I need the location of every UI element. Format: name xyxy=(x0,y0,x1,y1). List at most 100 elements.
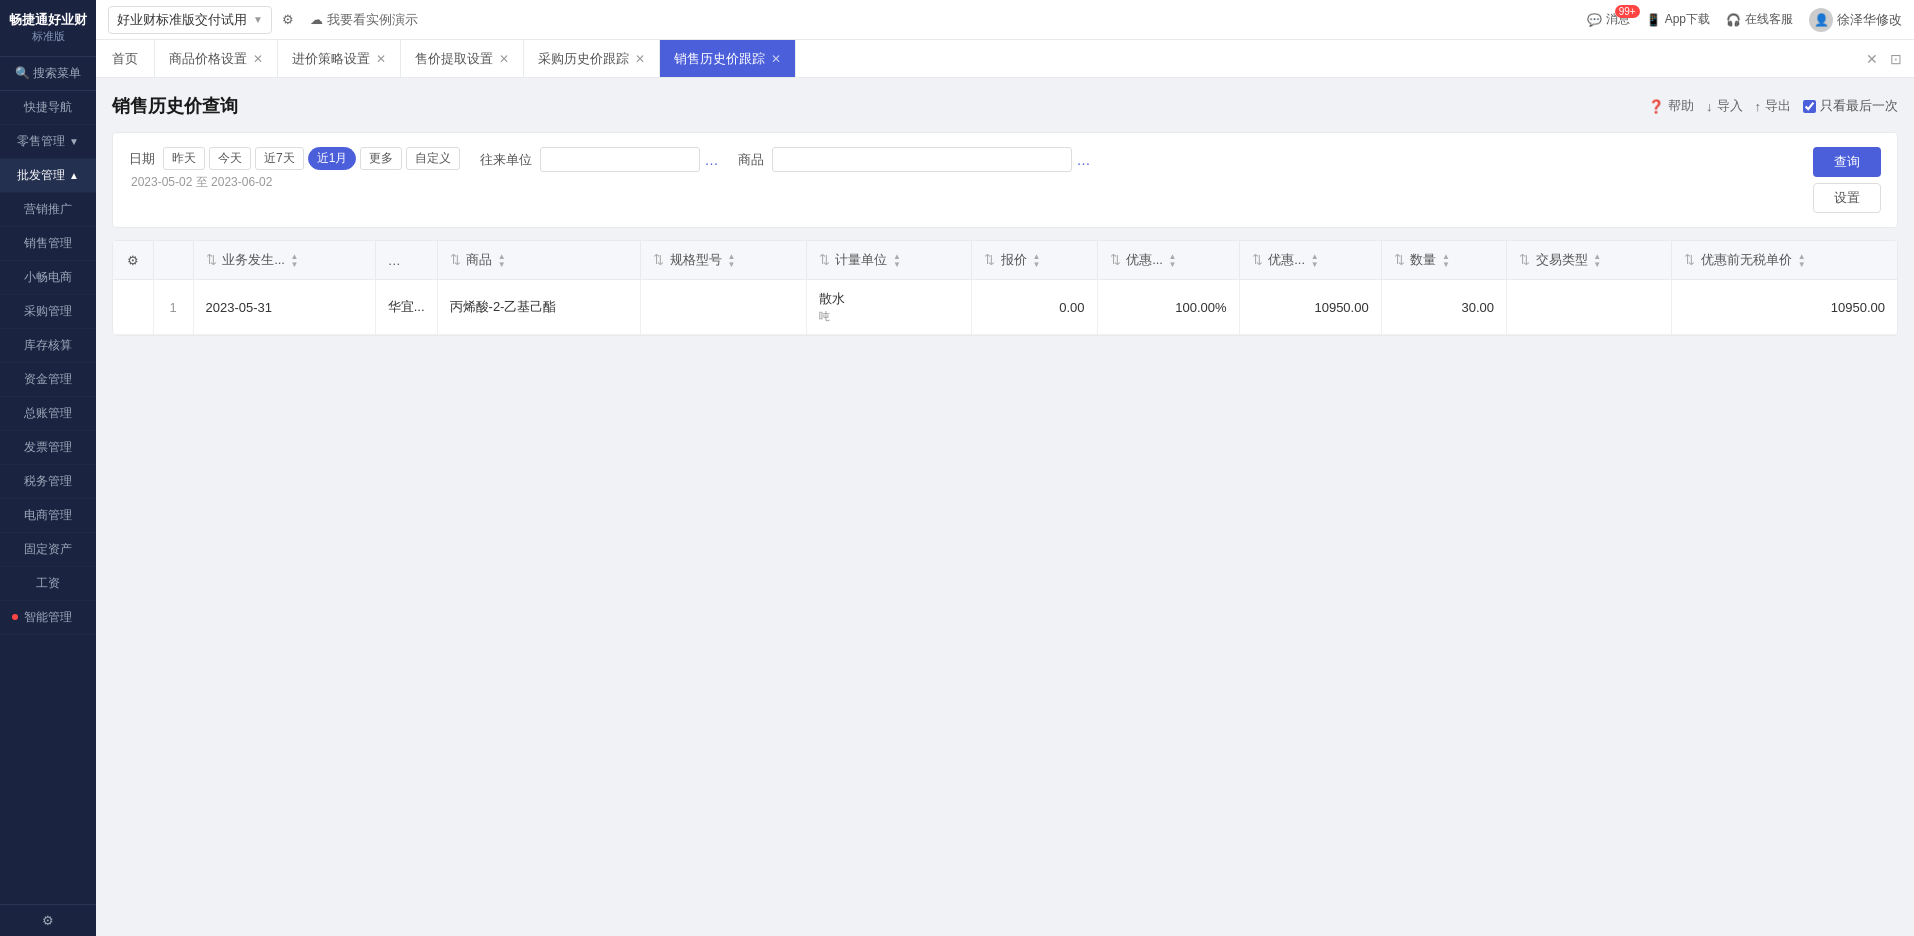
sidebar-item-finance[interactable]: 资金管理 xyxy=(0,363,96,397)
row-biz-date: 2023-05-31 xyxy=(193,280,375,335)
header-settings-btn[interactable]: ⚙ xyxy=(278,8,298,31)
headset-icon: 🎧 xyxy=(1726,13,1741,27)
date-range-display: 2023-05-02 至 2023-06-02 xyxy=(129,174,460,191)
page-title: 销售历史价查询 xyxy=(112,94,238,118)
date-btn-7days[interactable]: 近7天 xyxy=(255,147,304,170)
row-quoted-price: 0.00 xyxy=(972,280,1097,335)
online-service-btn[interactable]: 🎧 在线客服 xyxy=(1726,11,1793,28)
sidebar-item-tax[interactable]: 税务管理 xyxy=(0,465,96,499)
settings-btn[interactable]: 设置 xyxy=(1813,183,1881,213)
gear-icon: ⚙ xyxy=(42,913,54,928)
sort-icon-qty: ⇅ xyxy=(1394,252,1405,267)
goods-input[interactable] xyxy=(772,147,1072,172)
sidebar-item-ecommerce[interactable]: 电商管理 xyxy=(0,499,96,533)
sidebar-item-marketing[interactable]: 营销推广 xyxy=(0,193,96,227)
col-trade-type[interactable]: ⇅ 交易类型 ▲▼ xyxy=(1507,241,1672,280)
sort-icon-tt: ⇅ xyxy=(1519,252,1530,267)
import-link[interactable]: ↓ 导入 xyxy=(1706,97,1743,115)
data-table: ⚙ ⇅ 业务发生... ▲▼ … ⇅ 商品 xyxy=(113,241,1897,335)
col-pretax-price[interactable]: ⇅ 优惠前无税单价 ▲▼ xyxy=(1672,241,1897,280)
help-link[interactable]: ❓ 帮助 xyxy=(1648,97,1694,115)
date-filter: 日期 昨天 今天 近7天 近1月 更多 自定义 2023-05-02 至 202… xyxy=(129,147,460,191)
tab-close-btn[interactable]: ✕ xyxy=(1862,47,1882,71)
row-spec xyxy=(641,280,806,335)
demo-label: 我要看实例演示 xyxy=(327,11,418,29)
only-last-label: 只看最后一次 xyxy=(1820,97,1898,115)
sidebar-item-quick-nav[interactable]: 快捷导航 xyxy=(0,91,96,125)
col-pretax-price-label: 优惠前无税单价 xyxy=(1701,252,1792,267)
date-field: 日期 昨天 今天 近7天 近1月 更多 自定义 xyxy=(129,147,460,170)
sidebar-item-sales-label: 销售管理 xyxy=(24,236,72,250)
row-goods: 丙烯酸-2-乙基己酯 xyxy=(437,280,641,335)
app-download-label: App下载 xyxy=(1665,11,1710,28)
partner-dots[interactable]: … xyxy=(704,152,718,168)
tab-sales-history[interactable]: 销售历史价跟踪 ✕ xyxy=(660,40,796,78)
col-settings[interactable]: ⚙ xyxy=(113,241,153,280)
date-btn-today[interactable]: 今天 xyxy=(209,147,251,170)
col-quoted-price[interactable]: ⇅ 报价 ▲▼ xyxy=(972,241,1097,280)
col-discount-rate[interactable]: ⇅ 优惠... ▲▼ xyxy=(1097,241,1239,280)
tab-pricing-strategy[interactable]: 进价策略设置 ✕ xyxy=(278,40,401,78)
only-last-input[interactable] xyxy=(1803,100,1816,113)
search-icon: 🔍 xyxy=(15,66,30,80)
tab-maximize-btn[interactable]: ⊡ xyxy=(1886,47,1906,71)
sidebar-item-ledger[interactable]: 总账管理 xyxy=(0,397,96,431)
sidebar-item-payroll[interactable]: 工资 xyxy=(0,567,96,601)
tab-purchase-history-close[interactable]: ✕ xyxy=(635,52,645,66)
col-more[interactable]: … xyxy=(375,241,437,280)
date-btn-more[interactable]: 更多 xyxy=(360,147,402,170)
sidebar-item-inventory[interactable]: 库存核算 xyxy=(0,329,96,363)
date-btn-custom[interactable]: 自定义 xyxy=(406,147,460,170)
version-selector[interactable]: 好业财标准版交付试用 ▼ xyxy=(108,6,272,34)
cloud-icon: ☁ xyxy=(310,12,323,27)
message-btn[interactable]: 💬 消息 99+ xyxy=(1587,11,1630,28)
tab-price-extract-label: 售价提取设置 xyxy=(415,50,493,68)
avatar: 👤 xyxy=(1809,8,1833,32)
phone-icon: 📱 xyxy=(1646,13,1661,27)
sidebar-item-invoice[interactable]: 发票管理 xyxy=(0,431,96,465)
only-last-checkbox[interactable]: 只看最后一次 xyxy=(1803,97,1898,115)
user-menu[interactable]: 👤 徐泽华修改 xyxy=(1809,8,1902,32)
col-spec[interactable]: ⇅ 规格型号 ▲▼ xyxy=(641,241,806,280)
col-goods[interactable]: ⇅ 商品 ▲▼ xyxy=(437,241,641,280)
tab-price-setting[interactable]: 商品价格设置 ✕ xyxy=(155,40,278,78)
app-download-btn[interactable]: 📱 App下载 xyxy=(1646,11,1710,28)
tab-price-setting-close[interactable]: ✕ xyxy=(253,52,263,66)
col-quantity[interactable]: ⇅ 数量 ▲▼ xyxy=(1381,241,1506,280)
top-header: 好业财标准版交付试用 ▼ ⚙ ☁ 我要看实例演示 💬 消息 99+ 📱 App下… xyxy=(96,0,1914,40)
tab-purchase-history[interactable]: 采购历史价跟踪 ✕ xyxy=(524,40,660,78)
sidebar-item-smart[interactable]: 智能管理 xyxy=(0,601,96,635)
sidebar-settings-btn[interactable]: ⚙ xyxy=(0,904,96,936)
tab-price-extract-close[interactable]: ✕ xyxy=(499,52,509,66)
sidebar-item-assets[interactable]: 固定资产 xyxy=(0,533,96,567)
tab-home[interactable]: 首页 xyxy=(96,40,155,78)
col-biz-date[interactable]: ⇅ 业务发生... ▲▼ xyxy=(193,241,375,280)
row-discount-price: 10950.00 xyxy=(1239,280,1381,335)
sidebar-item-retail[interactable]: 零售管理 ▼ xyxy=(0,125,96,159)
partner-input[interactable] xyxy=(540,147,700,172)
help-label: 帮助 xyxy=(1668,97,1694,115)
date-btn-1month[interactable]: 近1月 xyxy=(308,147,357,170)
col-discount-price[interactable]: ⇅ 优惠... ▲▼ xyxy=(1239,241,1381,280)
export-link[interactable]: ↑ 导出 xyxy=(1755,97,1792,115)
sidebar-item-ecommerce-label: 电商管理 xyxy=(24,508,72,522)
tab-price-extract[interactable]: 售价提取设置 ✕ xyxy=(401,40,524,78)
tab-pricing-strategy-close[interactable]: ✕ xyxy=(376,52,386,66)
tab-sales-history-close[interactable]: ✕ xyxy=(771,52,781,66)
date-btn-yesterday[interactable]: 昨天 xyxy=(163,147,205,170)
sidebar-item-purchase[interactable]: 采购管理 xyxy=(0,295,96,329)
page-header: 销售历史价查询 ❓ 帮助 ↓ 导入 ↑ 导出 只看最后一次 xyxy=(112,94,1898,118)
query-btn[interactable]: 查询 xyxy=(1813,147,1881,177)
sidebar-item-assets-label: 固定资产 xyxy=(24,542,72,556)
tab-home-label: 首页 xyxy=(112,50,138,68)
goods-dots[interactable]: … xyxy=(1076,152,1090,168)
demo-link[interactable]: ☁ 我要看实例演示 xyxy=(310,11,418,29)
sidebar-search-label: 搜索菜单 xyxy=(33,66,81,80)
sidebar-item-ecommerce-small[interactable]: 小畅电商 xyxy=(0,261,96,295)
logo-sub: 标准版 xyxy=(8,29,88,44)
sidebar-item-wholesale[interactable]: 批发管理 ▲ xyxy=(0,159,96,193)
sidebar-search[interactable]: 🔍 搜索菜单 xyxy=(0,57,96,91)
col-unit[interactable]: ⇅ 计量单位 ▲▼ xyxy=(806,241,971,280)
sidebar-item-sales[interactable]: 销售管理 xyxy=(0,227,96,261)
user-name: 徐泽华修改 xyxy=(1837,11,1902,29)
